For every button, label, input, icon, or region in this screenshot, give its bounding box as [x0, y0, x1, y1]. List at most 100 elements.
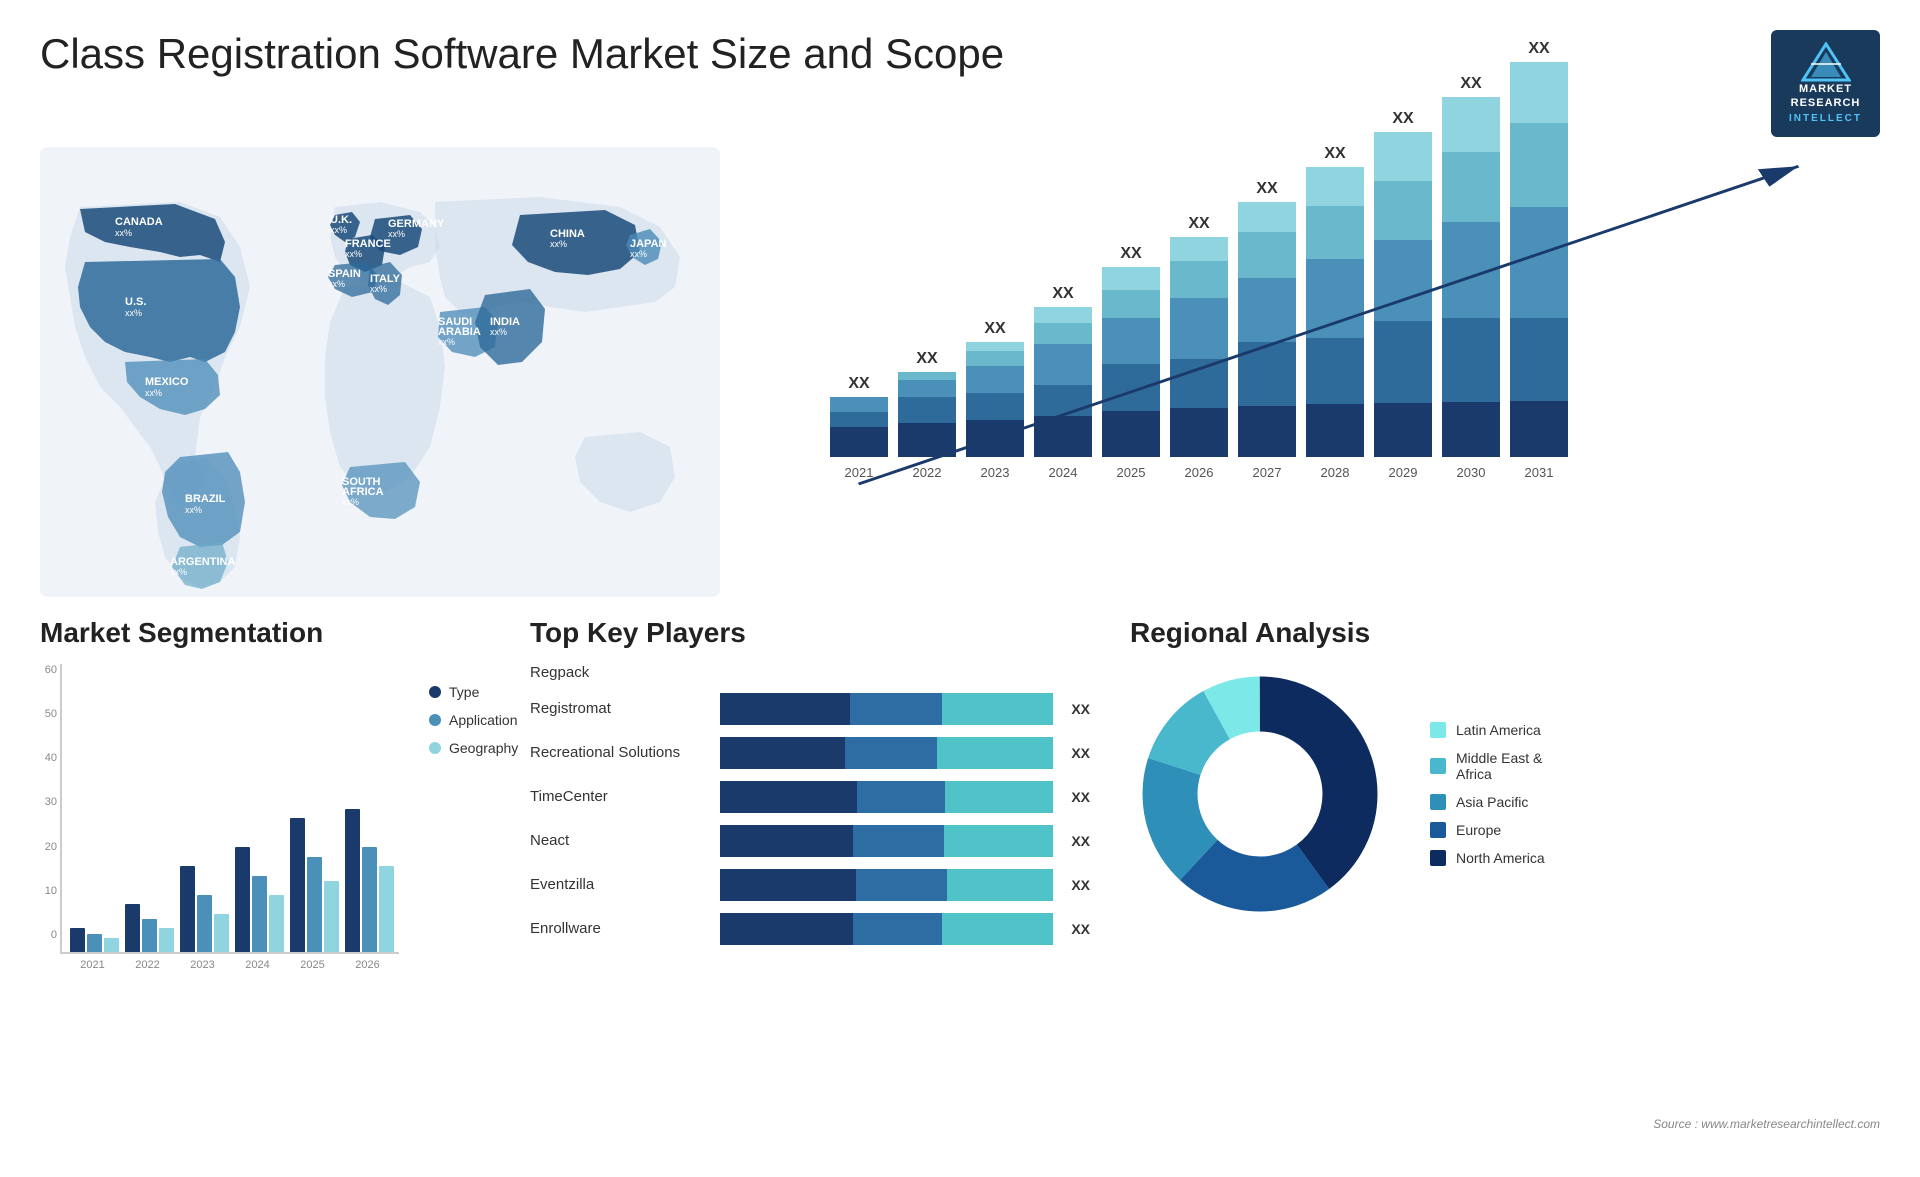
player-xx-eventzilla: XX: [1071, 877, 1090, 893]
player-row-timecenter: TimeCenter XX: [530, 781, 1090, 813]
bar-seg1: [830, 427, 888, 457]
top-content: CANADA xx% U.S. xx% MEXICO xx% BRAZIL xx…: [0, 147, 1920, 597]
header: Class Registration Software Market Size …: [0, 0, 1920, 147]
year-labels: 2021 2022 2023 2024 2025 2026 2027 2028 …: [820, 465, 1860, 480]
bar-stack-2026: [1170, 237, 1228, 457]
bar-seg1: [1238, 406, 1296, 457]
legend-label-geography: Geography: [449, 740, 518, 756]
bar-seg2: [1306, 338, 1364, 404]
bar-seg5: [1238, 202, 1296, 233]
bar-seg3: [1306, 259, 1364, 338]
player-name-enrollware: Enrollware: [530, 920, 710, 937]
player-bar-recreational: [720, 737, 1053, 769]
legend-dot-application: [429, 714, 441, 726]
svg-text:xx%: xx%: [330, 225, 347, 235]
bar-stack-2024: [1034, 307, 1092, 457]
bar-seg5: [1034, 307, 1092, 323]
seg-bar-geo-2022: [159, 928, 174, 952]
bar-seg1: [720, 693, 850, 725]
seg-bar-geo-2021: [104, 938, 119, 952]
regional-title: Regional Analysis: [1130, 617, 1880, 649]
logo: MARKET RESEARCH INTELLECT: [1771, 30, 1880, 137]
svg-text:U.S.: U.S.: [125, 296, 146, 308]
bar-seg4: [1374, 181, 1432, 241]
legend-asia-pacific: Asia Pacific: [1430, 794, 1545, 810]
svg-text:xx%: xx%: [125, 308, 142, 318]
bar-seg3: [1034, 344, 1092, 385]
bar-seg3: [1102, 318, 1160, 364]
bar-stack-2031: [1510, 62, 1568, 457]
bar-seg3: [947, 869, 1053, 901]
bar-seg1: [720, 781, 857, 813]
logo-icon: [1801, 42, 1851, 82]
legend-label-mideast: Middle East &Africa: [1456, 750, 1542, 782]
year-2027: 2027: [1238, 465, 1296, 480]
bar-seg3: [942, 693, 1053, 725]
bar-seg2: [845, 737, 937, 769]
bar-group-2030: XX: [1442, 75, 1500, 457]
bar-seg1: [720, 737, 845, 769]
bar-seg2: [850, 693, 943, 725]
legend-type: Type: [429, 684, 518, 700]
bottom-section: Market Segmentation 60 50 40 30 20 10 0: [0, 597, 1920, 1177]
bar-seg4: [898, 372, 956, 381]
bar-group-2023: XX: [966, 320, 1024, 457]
bar-group-2025: XX: [1102, 245, 1160, 457]
bar-seg3: [830, 397, 888, 412]
svg-text:xx%: xx%: [490, 327, 507, 337]
world-map: CANADA xx% U.S. xx% MEXICO xx% BRAZIL xx…: [40, 147, 720, 597]
bar-seg5: [1442, 97, 1500, 152]
bar-seg4: [1306, 206, 1364, 259]
player-bar-timecenter: [720, 781, 1053, 813]
player-name-regpack: Regpack: [530, 664, 710, 681]
player-xx-enrollware: XX: [1071, 921, 1090, 937]
legend-color-asia: [1430, 794, 1446, 810]
bar-seg2: [856, 869, 947, 901]
svg-text:BRAZIL: BRAZIL: [185, 493, 226, 505]
bar-seg4: [1442, 152, 1500, 221]
seg-bars: [60, 664, 399, 954]
bar-stack-2025: [1102, 267, 1160, 457]
bar-seg2: [966, 393, 1024, 420]
legend-label-type: Type: [449, 684, 479, 700]
bar-seg1: [1102, 411, 1160, 457]
bar-seg1: [1510, 401, 1568, 457]
bar-group-2026: XX: [1170, 215, 1228, 457]
svg-text:xx%: xx%: [345, 249, 362, 259]
seg-bar-app-2022: [142, 919, 157, 952]
bar-seg1: [720, 869, 856, 901]
legend-latin-america: Latin America: [1430, 722, 1545, 738]
seg-legend: Type Application Geography: [429, 664, 518, 756]
seg-bar-2025: [290, 818, 339, 952]
bar-label-2022: XX: [916, 350, 937, 368]
bar-label-2030: XX: [1460, 75, 1481, 93]
bar-group-2021: XX: [830, 375, 888, 457]
svg-text:xx%: xx%: [370, 284, 387, 294]
seg-bar-geo-2024: [269, 895, 284, 952]
player-row-enrollware: Enrollware XX: [530, 913, 1090, 945]
bar-seg2: [1374, 321, 1432, 402]
bar-stack-2027: [1238, 202, 1296, 457]
svg-text:xx%: xx%: [342, 497, 359, 507]
seg-bar-app-2026: [362, 847, 377, 952]
seg-bar-2022: [125, 904, 174, 952]
bar-seg5: [1170, 237, 1228, 261]
player-row-regpack: Regpack: [530, 664, 1090, 681]
legend-north-america: North America: [1430, 850, 1545, 866]
bar-stack-2029: [1374, 132, 1432, 457]
svg-text:xx%: xx%: [115, 228, 132, 238]
segmentation-title: Market Segmentation: [40, 617, 490, 649]
bar-label-2023: XX: [984, 320, 1005, 338]
bar-label-2024: XX: [1052, 285, 1073, 303]
seg-bar-geo-2026: [379, 866, 394, 952]
legend-dot-type: [429, 686, 441, 698]
bar-label-2025: XX: [1120, 245, 1141, 263]
seg-bar-type-2026: [345, 809, 360, 952]
bar-seg3: [944, 825, 1053, 857]
bar-group-2024: XX: [1034, 285, 1092, 457]
year-2029: 2029: [1374, 465, 1432, 480]
seg-bar-app-2024: [252, 876, 267, 952]
player-bar-registromat: [720, 693, 1053, 725]
bar-seg2: [898, 397, 956, 423]
bar-seg5: [1306, 167, 1364, 207]
